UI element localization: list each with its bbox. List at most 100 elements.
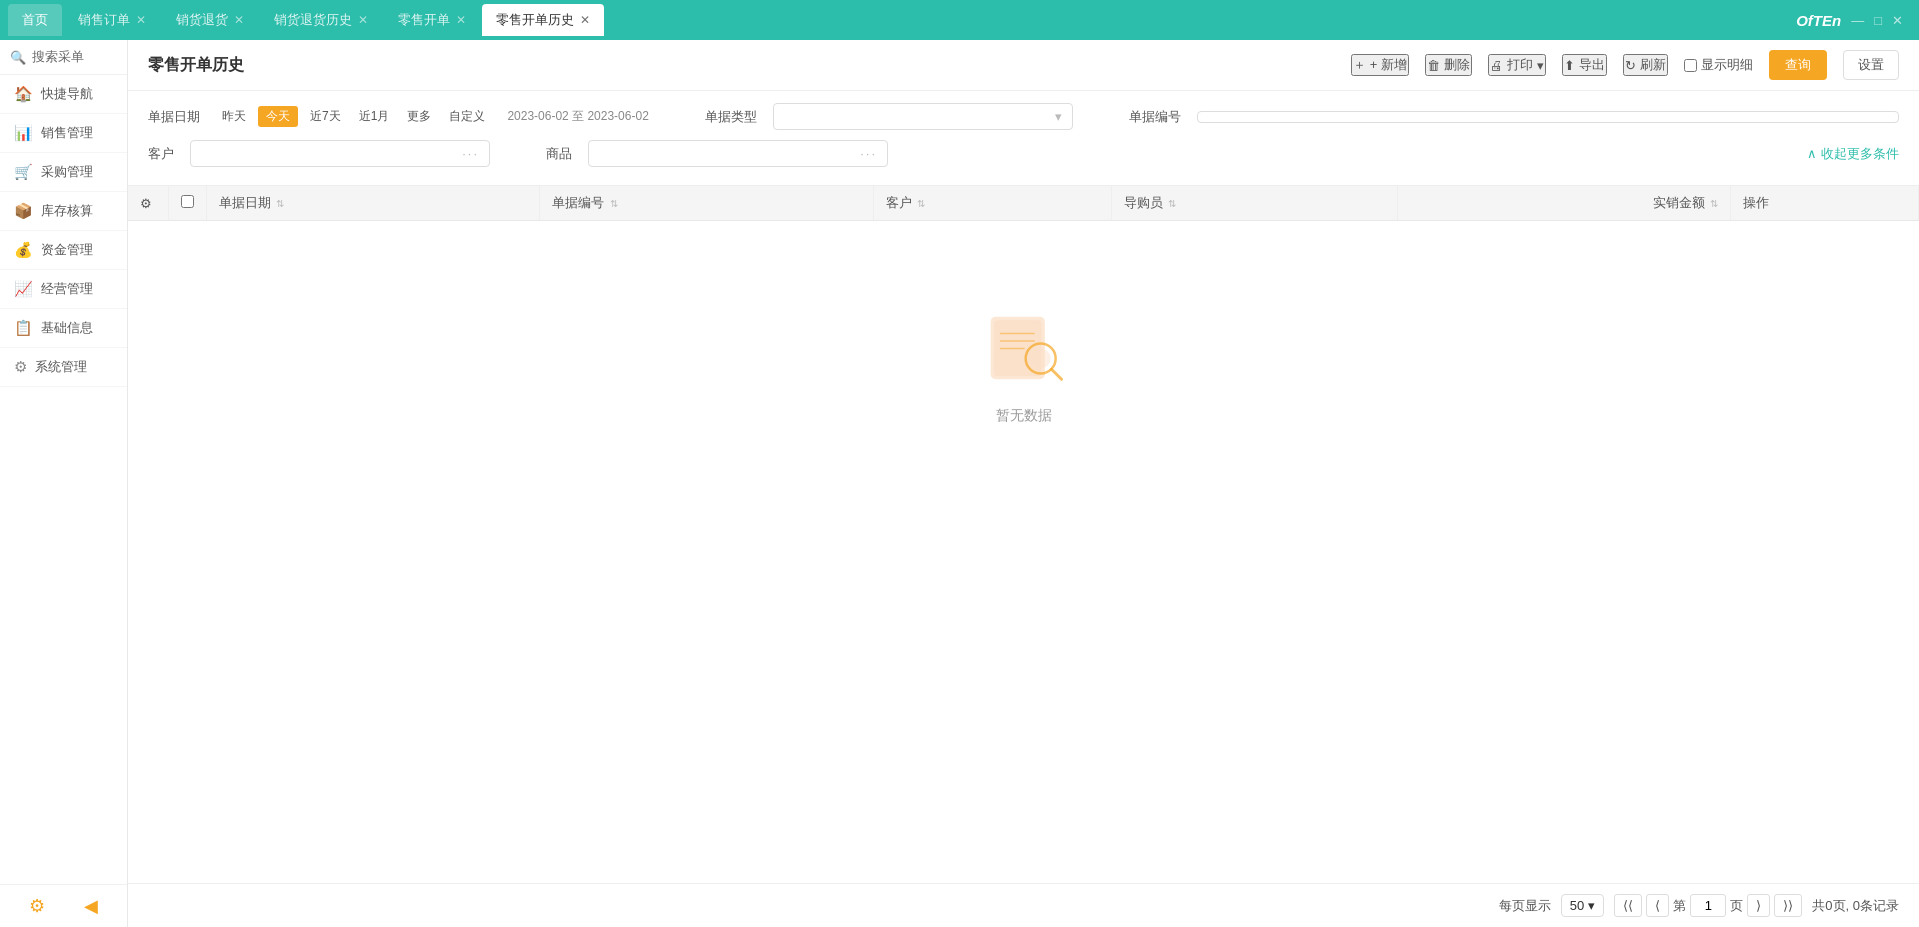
print-button[interactable]: 🖨 打印 ▾ [1488, 54, 1546, 76]
close-icon[interactable]: ✕ [580, 13, 590, 27]
th-gear[interactable]: ⚙ [128, 186, 168, 221]
tab-home[interactable]: 首页 [8, 4, 62, 36]
settings-button[interactable]: 设置 [1843, 50, 1899, 80]
page-number-input[interactable] [1690, 894, 1726, 917]
add-button[interactable]: ＋ + 新增 [1351, 54, 1409, 76]
chevron-up-icon: ∧ [1807, 146, 1817, 161]
shortcut-7days[interactable]: 近7天 [304, 106, 347, 127]
shortcut-more[interactable]: 更多 [401, 106, 437, 127]
tab-retail-open[interactable]: 零售开单 ✕ [384, 4, 480, 36]
sidebar-item-inventory[interactable]: 📦 库存核算 [0, 192, 127, 231]
collapse-button[interactable]: ∧ 收起更多条件 [1807, 145, 1899, 163]
th-checkbox[interactable] [168, 186, 206, 221]
filter-row-1: 单据日期 昨天 今天 近7天 近1月 更多 自定义 2023-06-02 至 2… [148, 103, 1899, 130]
window-close-button[interactable]: ✕ [1892, 13, 1903, 28]
print-icon: 🖨 [1490, 58, 1503, 73]
customer-input[interactable]: ··· [190, 140, 490, 167]
svg-line-7 [1051, 369, 1061, 379]
close-icon[interactable]: ✕ [358, 13, 368, 27]
close-icon[interactable]: ✕ [234, 13, 244, 27]
chart-icon: 📊 [14, 124, 33, 142]
gear-icon: ⚙ [14, 358, 27, 376]
sort-icon: ⇅ [917, 198, 925, 209]
data-table: ⚙ 单据日期 ⇅ 单据编号 ⇅ [128, 186, 1919, 221]
page-prefix-label: 第 [1673, 897, 1686, 915]
sort-icon: ⇅ [1168, 198, 1176, 209]
th-date[interactable]: 单据日期 ⇅ [206, 186, 540, 221]
shortcut-yesterday[interactable]: 昨天 [216, 106, 252, 127]
date-range-display: 2023-06-02 至 2023-06-02 [507, 108, 648, 125]
page-suffix-label: 页 [1730, 897, 1743, 915]
prev-page-button[interactable]: ⟨ [1646, 894, 1669, 917]
ellipsis-icon: ··· [860, 146, 877, 161]
sidebar-item-quick-nav[interactable]: 🏠 快捷导航 [0, 75, 127, 114]
doc-type-label: 单据类型 [705, 108, 757, 126]
sidebar-item-system-mgmt[interactable]: ⚙ 系统管理 [0, 348, 127, 387]
page-actions: ＋ + 新增 🗑 删除 🖨 打印 ▾ ⬆ 导出 ↻ [1351, 50, 1899, 80]
sidebar-item-basic-info[interactable]: 📋 基础信息 [0, 309, 127, 348]
date-filter-label: 单据日期 [148, 108, 200, 126]
delete-icon: 🗑 [1427, 58, 1440, 73]
tab-retail-open-history[interactable]: 零售开单历史 ✕ [482, 4, 604, 36]
close-icon[interactable]: ✕ [456, 13, 466, 27]
page-size-select[interactable]: 50 ▾ [1561, 894, 1604, 917]
refresh-icon: ↻ [1625, 58, 1636, 73]
last-page-button[interactable]: ⟩⟩ [1774, 894, 1802, 917]
sidebar-item-quick-nav-label: 快捷导航 [41, 85, 93, 103]
show-detail-checkbox[interactable]: 显示明细 [1684, 56, 1753, 74]
sidebar-item-finance[interactable]: 💰 资金管理 [0, 231, 127, 270]
sidebar-item-purchase-mgmt-label: 采购管理 [41, 163, 93, 181]
sidebar-item-sales-mgmt[interactable]: 📊 销售管理 [0, 114, 127, 153]
collapse-sidebar-icon[interactable]: ◀ [84, 895, 98, 917]
shortcut-1month[interactable]: 近1月 [353, 106, 396, 127]
th-doc-no[interactable]: 单据编号 ⇅ [540, 186, 874, 221]
operations-icon: 📈 [14, 280, 33, 298]
doc-no-label: 单据编号 [1129, 108, 1181, 126]
close-icon[interactable]: ✕ [136, 13, 146, 27]
brand-label: OfTEn [1796, 12, 1841, 29]
goods-input[interactable]: ··· [588, 140, 888, 167]
th-amount[interactable]: 实销金额 ⇅ [1397, 186, 1731, 221]
delete-button[interactable]: 🗑 删除 [1425, 54, 1472, 76]
th-customer[interactable]: 客户 ⇅ [873, 186, 1111, 221]
maximize-button[interactable]: □ [1874, 13, 1882, 28]
page-title: 零售开单历史 [148, 55, 244, 76]
search-icon: 🔍 [10, 50, 26, 65]
sort-icon: ⇅ [276, 198, 284, 209]
shortcut-custom[interactable]: 自定义 [443, 106, 491, 127]
table-header-row: ⚙ 单据日期 ⇅ 单据编号 ⇅ [128, 186, 1919, 221]
next-page-button[interactable]: ⟩ [1747, 894, 1770, 917]
tab-sales-return-history[interactable]: 销货退货历史 ✕ [260, 4, 382, 36]
sidebar-item-basic-info-label: 基础信息 [41, 319, 93, 337]
tab-sales-order-label: 销售订单 [78, 11, 130, 29]
doc-no-input[interactable] [1197, 111, 1899, 123]
export-icon: ⬆ [1564, 58, 1575, 73]
minimize-button[interactable]: — [1851, 13, 1864, 28]
main-layout: 🔍 搜索采单 🏠 快捷导航 📊 销售管理 🛒 采购管理 📦 库存核算 💰 资金管… [0, 40, 1919, 927]
shortcut-today[interactable]: 今天 [258, 106, 298, 127]
select-all-checkbox[interactable] [181, 195, 194, 208]
add-icon: ＋ [1353, 56, 1366, 74]
settings-icon[interactable]: ⚙ [29, 895, 45, 917]
sidebar-search[interactable]: 🔍 搜索采单 [0, 40, 127, 75]
sidebar-item-system-mgmt-label: 系统管理 [35, 358, 87, 376]
sidebar-item-operations[interactable]: 📈 经营管理 [0, 270, 127, 309]
show-detail-text: 显示明细 [1701, 56, 1753, 74]
tab-sales-return[interactable]: 销货退货 ✕ [162, 4, 258, 36]
th-guide[interactable]: 导购员 ⇅ [1111, 186, 1397, 221]
show-detail-input[interactable] [1684, 59, 1697, 72]
first-page-button[interactable]: ⟨⟨ [1614, 894, 1642, 917]
query-button[interactable]: 查询 [1769, 50, 1827, 80]
tab-sales-order[interactable]: 销售订单 ✕ [64, 4, 160, 36]
export-button[interactable]: ⬆ 导出 [1562, 54, 1607, 76]
table-settings-icon[interactable]: ⚙ [140, 196, 152, 211]
chevron-down-icon: ▾ [1537, 58, 1544, 73]
goods-label: 商品 [546, 145, 572, 163]
sidebar: 🔍 搜索采单 🏠 快捷导航 📊 销售管理 🛒 采购管理 📦 库存核算 💰 资金管… [0, 40, 128, 927]
sidebar-item-purchase-mgmt[interactable]: 🛒 采购管理 [0, 153, 127, 192]
refresh-button[interactable]: ↻ 刷新 [1623, 54, 1668, 76]
top-tabbar: 首页 销售订单 ✕ 销货退货 ✕ 销货退货历史 ✕ 零售开单 ✕ 零售开单历史 … [0, 0, 1919, 40]
info-icon: 📋 [14, 319, 33, 337]
doc-type-select[interactable]: ▾ [773, 103, 1073, 130]
table-area: ⚙ 单据日期 ⇅ 单据编号 ⇅ [128, 186, 1919, 883]
